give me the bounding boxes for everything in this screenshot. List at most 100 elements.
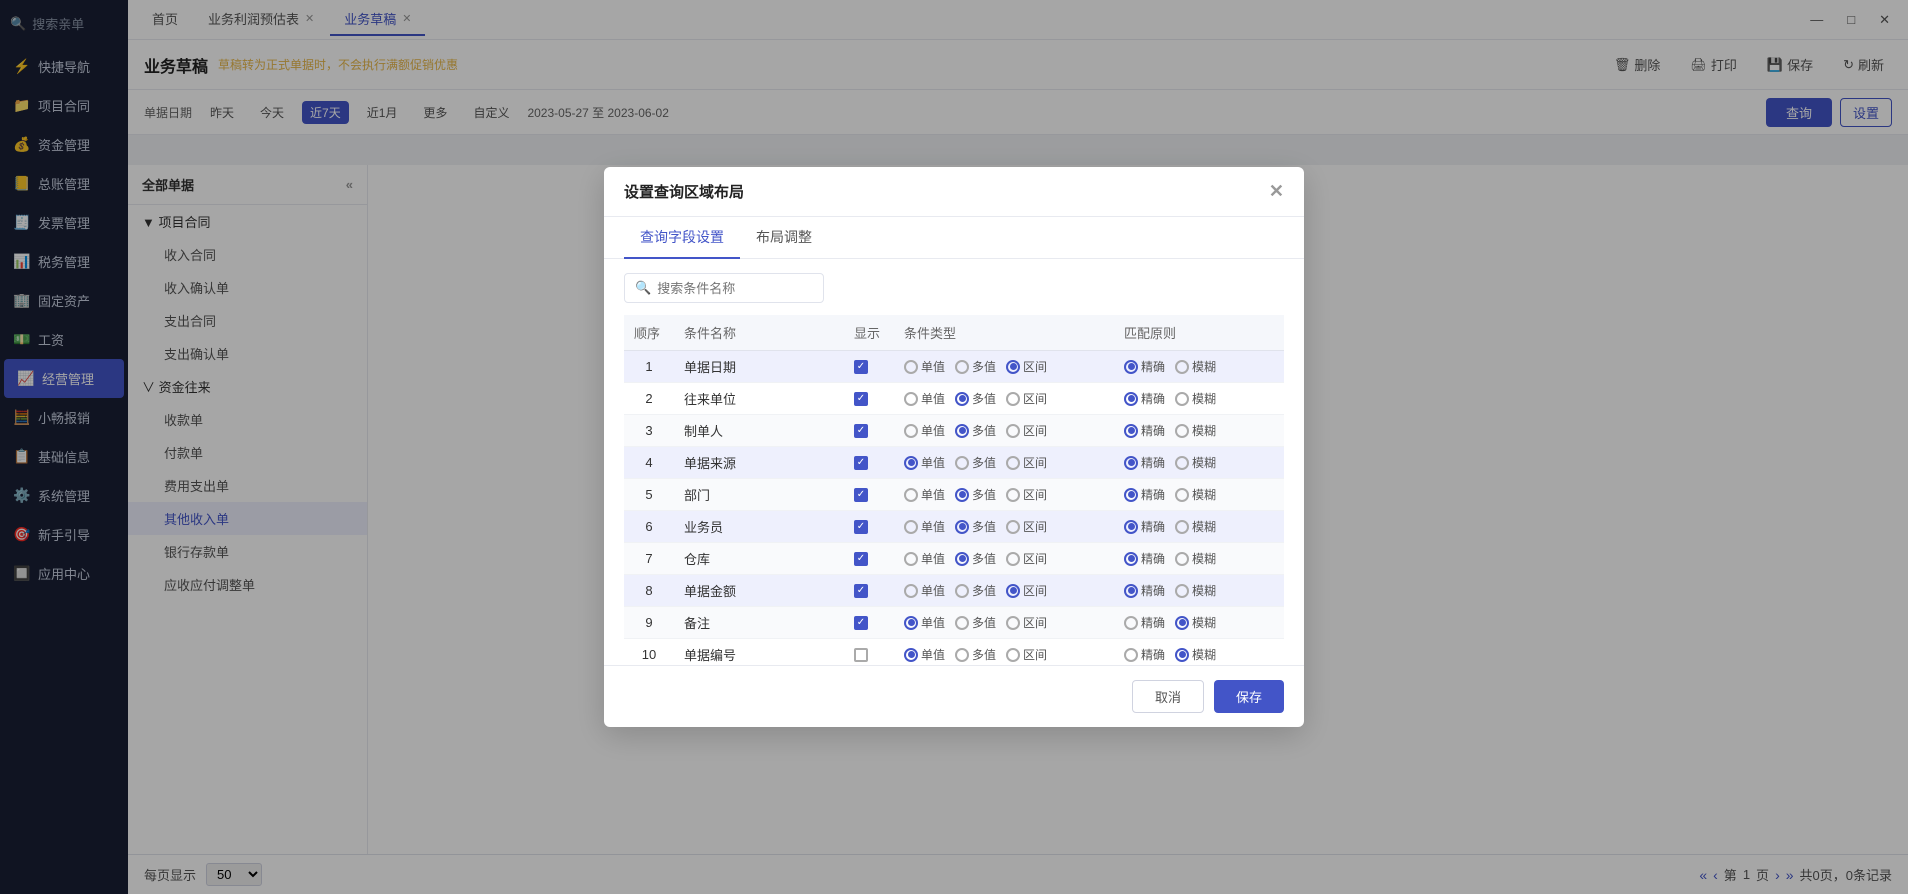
radio-match-fuzzy[interactable]: 模糊 — [1175, 486, 1216, 503]
radio-type-multi[interactable]: 多值 — [955, 646, 996, 663]
radio-type-range[interactable]: 区间 — [1006, 454, 1047, 471]
radio-type-single[interactable]: 单值 — [904, 486, 945, 503]
radio-match-exact[interactable]: 精确 — [1124, 454, 1165, 471]
table-row: 9备注单值多值区间精确模糊 — [624, 607, 1284, 639]
modal-footer: 取消 保存 — [604, 665, 1304, 727]
radio-type-range[interactable]: 区间 — [1006, 518, 1047, 535]
table-row: 7仓库单值多值区间精确模糊 — [624, 543, 1284, 575]
cell-condition-type: 单值多值区间 — [894, 607, 1114, 639]
radio-match-exact[interactable]: 精确 — [1124, 582, 1165, 599]
radio-type-single[interactable]: 单值 — [904, 614, 945, 631]
cell-show[interactable] — [844, 447, 894, 479]
radio-type-single[interactable]: 单值 — [904, 422, 945, 439]
radio-type-range[interactable]: 区间 — [1006, 358, 1047, 375]
cell-show[interactable] — [844, 543, 894, 575]
cell-show[interactable] — [844, 575, 894, 607]
radio-type-multi[interactable]: 多值 — [955, 518, 996, 535]
radio-circle — [955, 584, 969, 598]
radio-match-exact[interactable]: 精确 — [1124, 518, 1165, 535]
table-row: 5部门单值多值区间精确模糊 — [624, 479, 1284, 511]
show-checkbox[interactable] — [854, 456, 868, 470]
radio-type-range[interactable]: 区间 — [1006, 550, 1047, 567]
radio-match-circle — [1124, 552, 1138, 566]
radio-type-multi[interactable]: 多值 — [955, 454, 996, 471]
radio-type-multi[interactable]: 多值 — [955, 550, 996, 567]
radio-type-single[interactable]: 单值 — [904, 390, 945, 407]
radio-type-multi[interactable]: 多值 — [955, 582, 996, 599]
radio-type-multi[interactable]: 多值 — [955, 486, 996, 503]
show-checkbox[interactable] — [854, 648, 868, 662]
cell-condition-type: 单值多值区间 — [894, 511, 1114, 543]
table-row: 4单据来源单值多值区间精确模糊 — [624, 447, 1284, 479]
radio-type-multi[interactable]: 多值 — [955, 358, 996, 375]
tab-field-settings[interactable]: 查询字段设置 — [624, 217, 740, 259]
show-checkbox[interactable] — [854, 488, 868, 502]
table-row: 2往来单位单值多值区间精确模糊 — [624, 383, 1284, 415]
radio-match-fuzzy[interactable]: 模糊 — [1175, 646, 1216, 663]
radio-match-fuzzy[interactable]: 模糊 — [1175, 454, 1216, 471]
cell-order: 4 — [624, 447, 674, 479]
tab-layout-adjust[interactable]: 布局调整 — [740, 217, 828, 259]
cell-show[interactable] — [844, 479, 894, 511]
radio-type-range[interactable]: 区间 — [1006, 614, 1047, 631]
radio-match-fuzzy[interactable]: 模糊 — [1175, 390, 1216, 407]
cell-show[interactable] — [844, 351, 894, 383]
radio-type-single[interactable]: 单值 — [904, 358, 945, 375]
cell-condition-type: 单值多值区间 — [894, 447, 1114, 479]
radio-circle — [955, 552, 969, 566]
cell-order: 7 — [624, 543, 674, 575]
radio-match-exact[interactable]: 精确 — [1124, 486, 1165, 503]
radio-circle — [1006, 552, 1020, 566]
cell-show[interactable] — [844, 511, 894, 543]
radio-match-fuzzy[interactable]: 模糊 — [1175, 614, 1216, 631]
radio-match-exact[interactable]: 精确 — [1124, 614, 1165, 631]
radio-type-single[interactable]: 单值 — [904, 550, 945, 567]
radio-circle — [904, 520, 918, 534]
radio-type-multi[interactable]: 多值 — [955, 614, 996, 631]
radio-type-range[interactable]: 区间 — [1006, 422, 1047, 439]
show-checkbox[interactable] — [854, 520, 868, 534]
radio-match-exact[interactable]: 精确 — [1124, 390, 1165, 407]
show-checkbox[interactable] — [854, 424, 868, 438]
show-checkbox[interactable] — [854, 552, 868, 566]
cell-show[interactable] — [844, 383, 894, 415]
cell-show[interactable] — [844, 607, 894, 639]
radio-match-circle — [1175, 488, 1189, 502]
cell-match: 精确模糊 — [1114, 383, 1284, 415]
show-checkbox[interactable] — [854, 392, 868, 406]
radio-type-single[interactable]: 单值 — [904, 582, 945, 599]
radio-match-exact[interactable]: 精确 — [1124, 422, 1165, 439]
radio-type-single[interactable]: 单值 — [904, 646, 945, 663]
modal-close-button[interactable]: ✕ — [1269, 181, 1284, 202]
cell-condition-name: 单据编号 — [674, 639, 844, 666]
cell-show[interactable] — [844, 639, 894, 666]
radio-match-fuzzy[interactable]: 模糊 — [1175, 550, 1216, 567]
cancel-button[interactable]: 取消 — [1132, 680, 1204, 713]
radio-match-fuzzy[interactable]: 模糊 — [1175, 582, 1216, 599]
radio-match-exact[interactable]: 精确 — [1124, 358, 1165, 375]
radio-match-circle — [1124, 488, 1138, 502]
radio-type-range[interactable]: 区间 — [1006, 582, 1047, 599]
show-checkbox[interactable] — [854, 360, 868, 374]
radio-type-range[interactable]: 区间 — [1006, 390, 1047, 407]
cell-show[interactable] — [844, 415, 894, 447]
condition-search-icon: 🔍 — [635, 280, 651, 296]
condition-search-input[interactable] — [657, 281, 813, 296]
radio-type-multi[interactable]: 多值 — [955, 422, 996, 439]
radio-type-multi[interactable]: 多值 — [955, 390, 996, 407]
cell-condition-name: 单据日期 — [674, 351, 844, 383]
show-checkbox[interactable] — [854, 616, 868, 630]
show-checkbox[interactable] — [854, 584, 868, 598]
cell-match: 精确模糊 — [1114, 607, 1284, 639]
radio-type-range[interactable]: 区间 — [1006, 646, 1047, 663]
radio-match-fuzzy[interactable]: 模糊 — [1175, 358, 1216, 375]
radio-match-exact[interactable]: 精确 — [1124, 646, 1165, 663]
radio-match-fuzzy[interactable]: 模糊 — [1175, 422, 1216, 439]
radio-type-range[interactable]: 区间 — [1006, 486, 1047, 503]
radio-type-single[interactable]: 单值 — [904, 518, 945, 535]
save-button[interactable]: 保存 — [1214, 680, 1284, 713]
cell-match: 精确模糊 — [1114, 351, 1284, 383]
radio-match-fuzzy[interactable]: 模糊 — [1175, 518, 1216, 535]
radio-type-single[interactable]: 单值 — [904, 454, 945, 471]
radio-match-exact[interactable]: 精确 — [1124, 550, 1165, 567]
